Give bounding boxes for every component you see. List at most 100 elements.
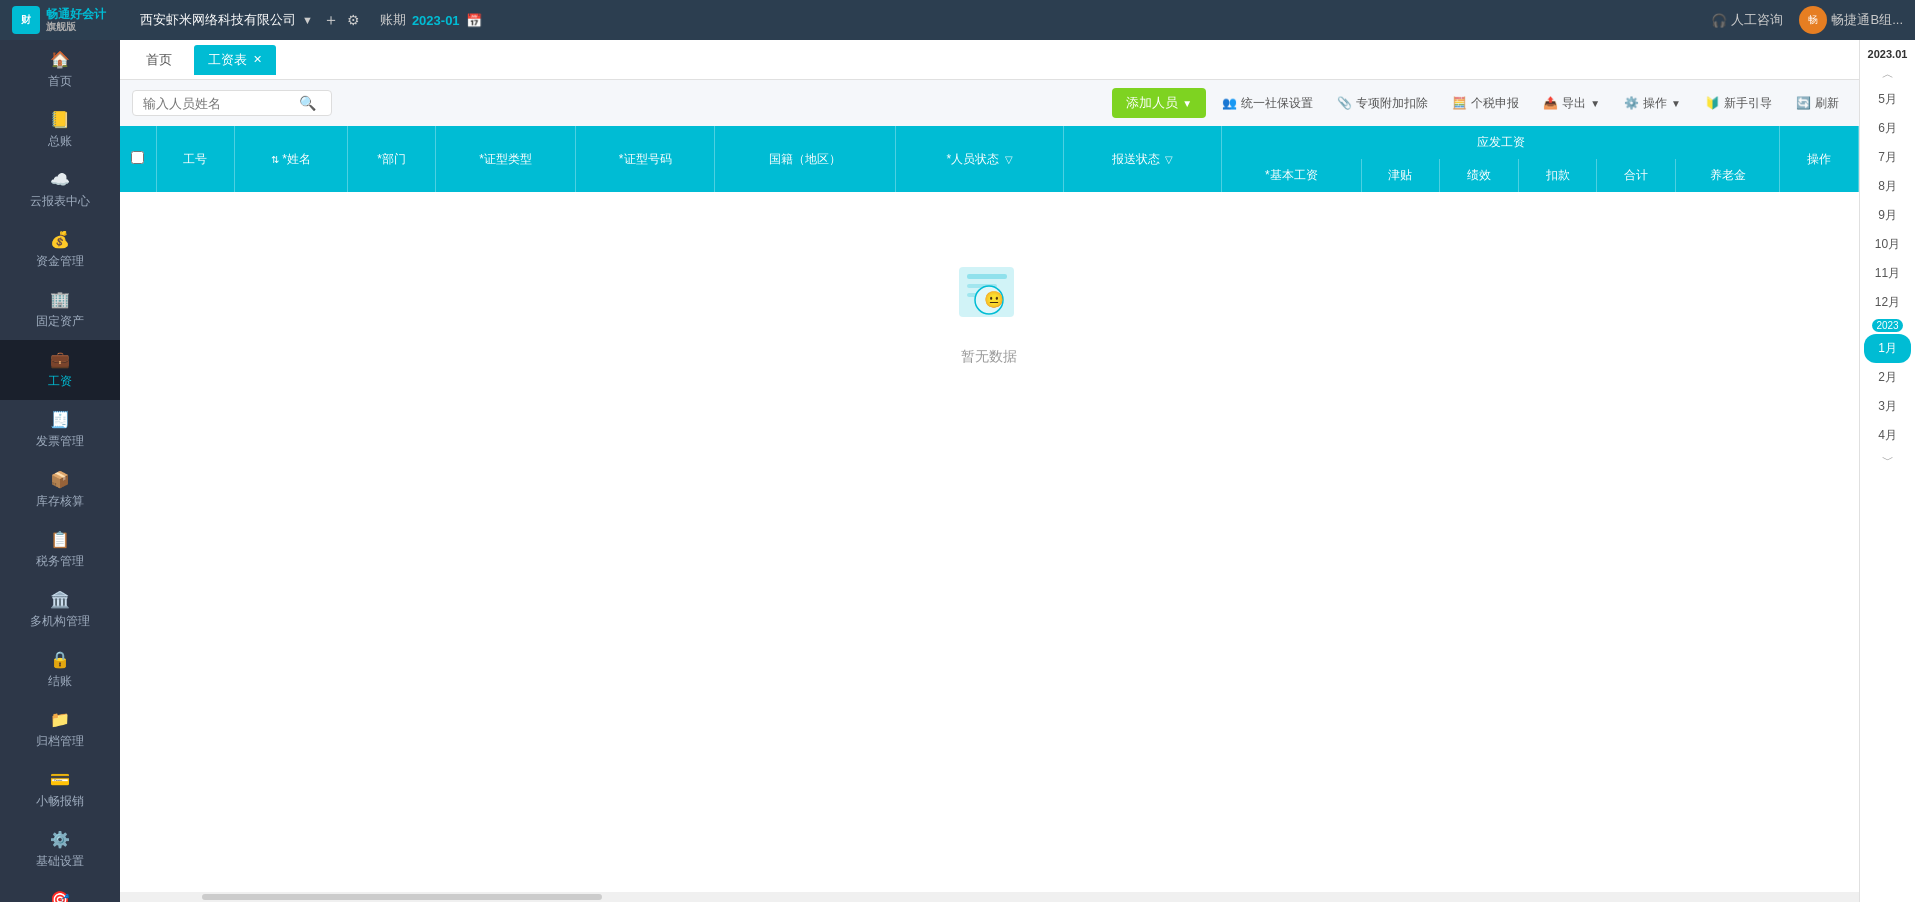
th-employee-id: 工号 [156, 126, 235, 192]
sidebar-label-invoice: 发票管理 [36, 433, 84, 450]
th-performance: 绩效 [1440, 159, 1519, 192]
date-month-2[interactable]: 2月 [1860, 363, 1915, 392]
tab-salary-table[interactable]: 工资表 ✕ [194, 45, 276, 75]
sidebar-item-home[interactable]: 🏠 首页 [0, 40, 120, 100]
main-layout: 🏠 首页 📒 总账 ☁️ 云报表中心 💰 资金管理 🏢 固定资产 💼 工资 🧾 … [0, 40, 1915, 902]
closing-icon: 🔒 [50, 650, 70, 669]
period-label: 账期 [380, 11, 406, 29]
support-btn[interactable]: 🎧 人工咨询 [1711, 11, 1783, 29]
company-selector[interactable]: 西安虾米网络科技有限公司 ▼ [140, 11, 313, 29]
sidebar-label-closing: 结账 [48, 673, 72, 690]
status-filter-icon[interactable]: ▽ [1005, 154, 1013, 165]
th-checkbox[interactable] [120, 126, 156, 192]
settings-icon[interactable]: ⚙ [347, 12, 360, 28]
date-month-1[interactable]: 1月 [1864, 334, 1911, 363]
guide-btn[interactable]: 🔰 新手引导 [1697, 91, 1780, 116]
date-month-5[interactable]: 5月 [1860, 85, 1915, 114]
user-area[interactable]: 畅 畅捷通B组... [1799, 6, 1903, 34]
user-avatar: 畅 [1799, 6, 1827, 34]
sidebar-label-tax: 税务管理 [36, 553, 84, 570]
date-panel-header: 2023.01 [1860, 44, 1915, 64]
sidebar-item-settings[interactable]: ⚙️ 基础设置 [0, 820, 120, 880]
sidebar-item-expense[interactable]: 💳 小畅报销 [0, 760, 120, 820]
home-icon: 🏠 [50, 50, 70, 69]
date-month-11[interactable]: 11月 [1860, 259, 1915, 288]
header-right: 🎧 人工咨询 畅 畅捷通B组... [1711, 6, 1903, 34]
date-month-10[interactable]: 10月 [1860, 230, 1915, 259]
empty-area: 😐 暂无数据 [120, 192, 1859, 426]
svg-rect-1 [967, 274, 1007, 279]
date-month-9[interactable]: 9月 [1860, 201, 1915, 230]
refresh-btn[interactable]: 🔄 刷新 [1788, 91, 1847, 116]
add-person-btn[interactable]: 添加人员 ▼ [1112, 88, 1206, 118]
sidebar-item-closing[interactable]: 🔒 结账 [0, 640, 120, 700]
sidebar-item-fund[interactable]: 💰 资金管理 [0, 220, 120, 280]
sidebar-item-tax[interactable]: 📋 税务管理 [0, 520, 120, 580]
sidebar-item-archive[interactable]: 📁 归档管理 [0, 700, 120, 760]
add-person-label: 添加人员 [1126, 94, 1178, 112]
export-icon: 📤 [1543, 96, 1558, 110]
search-input[interactable] [143, 96, 293, 111]
social-settings-btn[interactable]: 👥 统一社保设置 [1214, 91, 1321, 116]
guide-btn-icon: 🔰 [1705, 96, 1720, 110]
archive-icon: 📁 [50, 710, 70, 729]
ledger-icon: 📒 [50, 110, 70, 129]
th-status: *人员状态 ▽ [896, 126, 1064, 192]
app-logo: 财 [12, 6, 40, 34]
sidebar-item-cloud-report[interactable]: ☁️ 云报表中心 [0, 160, 120, 220]
tab-home[interactable]: 首页 [132, 45, 186, 75]
search-wrap: 🔍 [132, 90, 332, 116]
sidebar-item-inventory[interactable]: 📦 库存核算 [0, 460, 120, 520]
tab-bar: 首页 工资表 ✕ [120, 40, 1859, 80]
report-filter-icon[interactable]: ▽ [1165, 154, 1173, 165]
export-label: 导出 [1562, 95, 1586, 112]
special-deduction-btn[interactable]: 📎 专项附加扣除 [1329, 91, 1436, 116]
operation-btn[interactable]: ⚙️ 操作 ▼ [1616, 91, 1689, 116]
sidebar-item-ledger[interactable]: 📒 总账 [0, 100, 120, 160]
personal-tax-btn[interactable]: 🧮 个税申报 [1444, 91, 1527, 116]
select-all-checkbox[interactable] [131, 151, 144, 164]
sidebar-label-fund: 资金管理 [36, 253, 84, 270]
sort-icon: ⇅ [271, 154, 279, 165]
date-month-12[interactable]: 12月 [1860, 288, 1915, 317]
period-info: 账期 2023-01 📅 [380, 11, 482, 29]
date-month-7[interactable]: 7月 [1860, 143, 1915, 172]
tab-close-btn[interactable]: ✕ [253, 53, 262, 66]
sidebar-label-fixed: 固定资产 [36, 313, 84, 330]
h-scrollbar[interactable] [120, 892, 1859, 902]
date-month-3[interactable]: 3月 [1860, 392, 1915, 421]
sidebar-item-invoice[interactable]: 🧾 发票管理 [0, 400, 120, 460]
th-department: *部门 [347, 126, 436, 192]
date-scroll-down[interactable]: ﹀ [1860, 450, 1915, 471]
sidebar-label-inventory: 库存核算 [36, 493, 84, 510]
th-actions: 操作 [1780, 126, 1859, 192]
sidebar-item-guide[interactable]: 🎯 新手引导 [0, 880, 120, 902]
date-month-4[interactable]: 4月 [1860, 421, 1915, 450]
sidebar-item-fixed-assets[interactable]: 🏢 固定资产 [0, 280, 120, 340]
company-dropdown-icon[interactable]: ▼ [302, 14, 313, 26]
top-header: 财 畅通好会计 旗舰版 西安虾米网络科技有限公司 ▼ ＋ ⚙ 账期 2023-0… [0, 0, 1915, 40]
add-company-btn[interactable]: ＋ [323, 10, 339, 31]
refresh-label: 刷新 [1815, 95, 1839, 112]
company-name: 西安虾米网络科技有限公司 [140, 11, 296, 29]
sidebar: 🏠 首页 📒 总账 ☁️ 云报表中心 💰 资金管理 🏢 固定资产 💼 工资 🧾 … [0, 40, 120, 902]
inventory-icon: 📦 [50, 470, 70, 489]
sidebar-item-multi-org[interactable]: 🏛️ 多机构管理 [0, 580, 120, 640]
sidebar-label-multiorg: 多机构管理 [30, 613, 90, 630]
date-month-6[interactable]: 6月 [1860, 114, 1915, 143]
social-icon: 👥 [1222, 96, 1237, 110]
support-label: 人工咨询 [1731, 11, 1783, 29]
operation-label: 操作 [1643, 95, 1667, 112]
h-scrollbar-thumb[interactable] [202, 894, 602, 900]
add-person-dropdown-icon: ▼ [1182, 98, 1192, 109]
sidebar-item-salary[interactable]: 💼 工资 [0, 340, 120, 400]
guide-label: 新手引导 [1724, 95, 1772, 112]
salary-table: 工号 ⇅ *姓名 *部门 *证型类型 *证型号码 国籍（地区） *人员状态 ▽ … [120, 126, 1859, 426]
headset-icon: 🎧 [1711, 13, 1727, 28]
export-btn[interactable]: 📤 导出 ▼ [1535, 91, 1608, 116]
date-scroll-up[interactable]: ︿ [1860, 64, 1915, 85]
calendar-icon[interactable]: 📅 [466, 13, 482, 28]
date-month-8[interactable]: 8月 [1860, 172, 1915, 201]
th-report-status: 报送状态 ▽ [1064, 126, 1222, 192]
sidebar-label-ledger: 总账 [48, 133, 72, 150]
